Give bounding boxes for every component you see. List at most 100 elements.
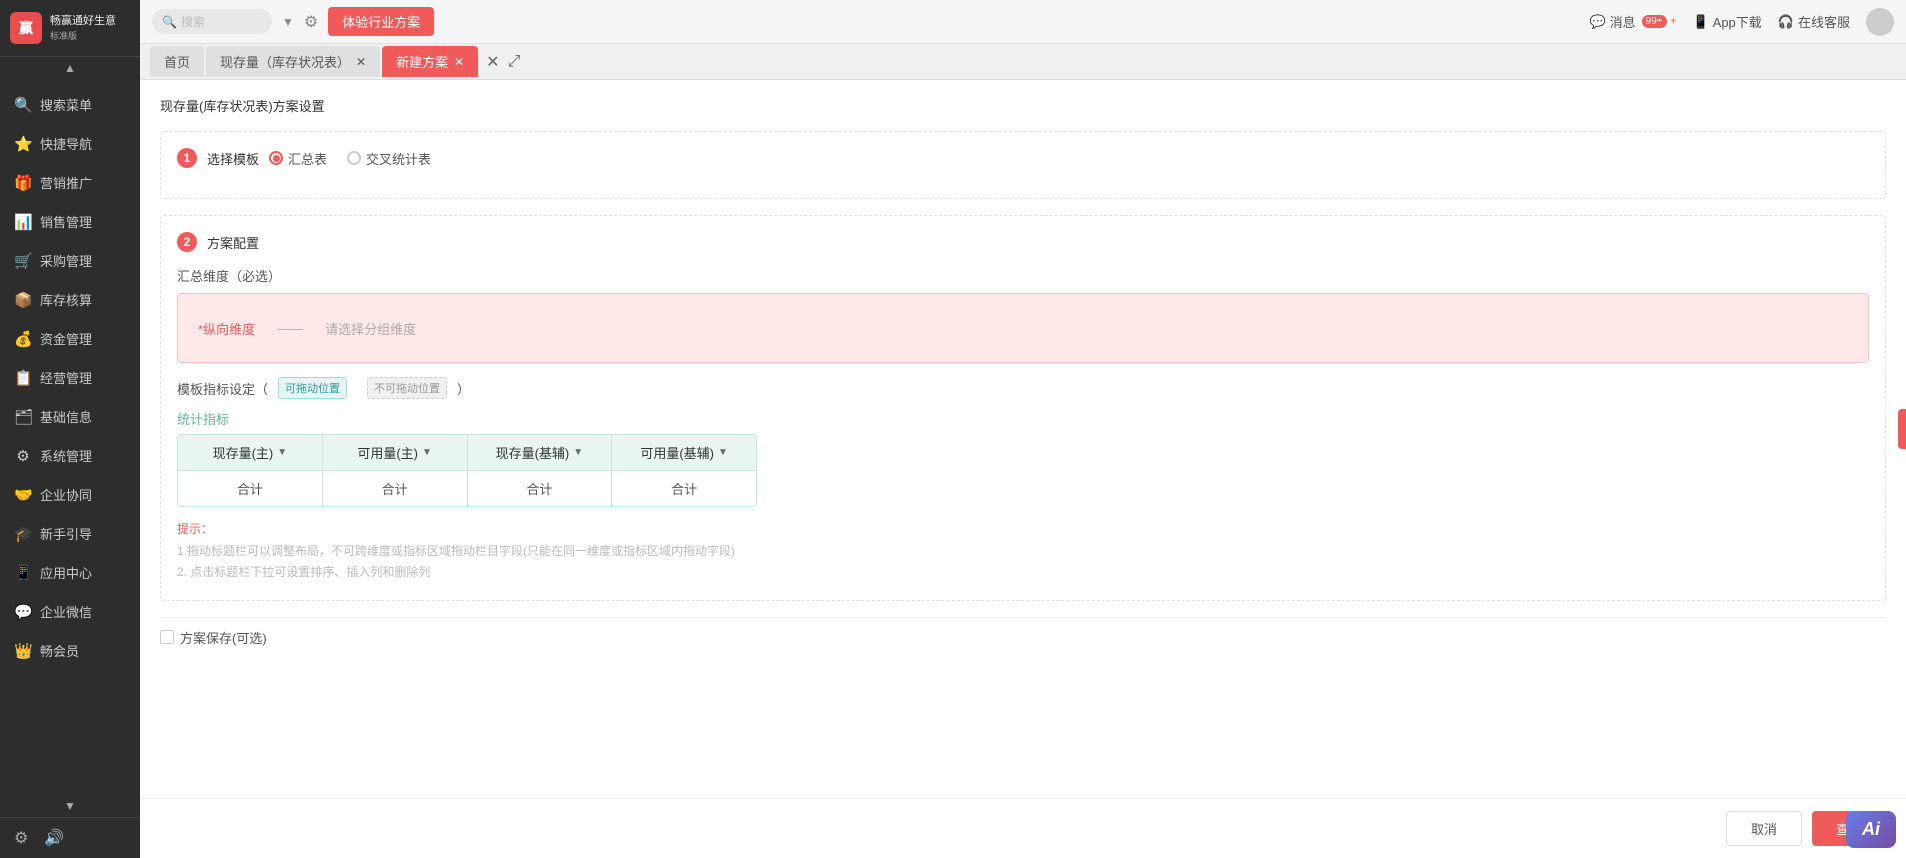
template-radio-group: 汇总表 交叉统计表 — [269, 149, 431, 168]
topbar-search[interactable]: 🔍 搜索 — [152, 9, 272, 34]
section2-header: 2 方案配置 — [177, 232, 1869, 252]
col-chevron-3[interactable]: ▼ — [718, 447, 728, 458]
sidebar-logo: 赢 畅赢通好生意 标准版 — [0, 0, 140, 57]
operations-icon: 📋 — [14, 369, 32, 387]
search-text: 搜索 — [181, 13, 205, 30]
user-avatar[interactable] — [1866, 8, 1894, 36]
ai-badge[interactable]: Ai — [1846, 811, 1896, 848]
sidebar-item-label: 搜索菜单 — [40, 95, 92, 114]
sidebar-item-marketing[interactable]: 🎁 营销推广 — [0, 163, 140, 202]
purchase-icon: 🛒 — [14, 252, 32, 270]
sidebar-item-cooperation[interactable]: 🤝 企业协同 — [0, 475, 140, 514]
sidebar-item-label: 企业协同 — [40, 485, 92, 504]
tab-new-plan[interactable]: 新建方案 ✕ — [382, 46, 478, 77]
expand-window-icon[interactable]: ⤢ — [508, 53, 521, 71]
sidebar-item-appcenter[interactable]: 📱 应用中心 — [0, 553, 140, 592]
col-chevron-2[interactable]: ▼ — [573, 447, 583, 458]
section1-num: 1 — [177, 148, 197, 168]
online-service-button[interactable]: 🎧 在线客服 — [1778, 12, 1850, 31]
tab-new-plan-close[interactable]: ✕ — [454, 55, 464, 69]
sidebar-item-operations[interactable]: 📋 经营管理 — [0, 358, 140, 397]
indicator-settings-label: 模板指标设定（ — [177, 379, 268, 398]
radio-cross-circle — [347, 151, 361, 165]
sidebar-scroll-up[interactable]: ▲ — [0, 57, 140, 79]
sidebar-item-purchase[interactable]: 🛒 采购管理 — [0, 241, 140, 280]
sidebar-item-shortcut[interactable]: ⭐ 快捷导航 — [0, 124, 140, 163]
sidebar-item-basic[interactable]: 🗂 基础信息 — [0, 397, 140, 436]
col-header-1[interactable]: 可用量(主) ▼ — [323, 435, 468, 470]
cell-0-3: 合计 — [612, 471, 756, 506]
save-label: 方案保存(可选) — [180, 628, 267, 647]
sidebar-item-wechat[interactable]: 💬 企业微信 — [0, 592, 140, 631]
sidebar-item-newguide[interactable]: 🎓 新手引导 — [0, 514, 140, 553]
dimension-area[interactable]: *纵向维度 —— 请选择分组维度 — [177, 293, 1869, 363]
section1-header: 1 选择模板 汇总表 交叉统计表 — [177, 148, 1869, 168]
message-button[interactable]: 💬 消息 99+ + — [1589, 12, 1676, 31]
topbar-right: 💬 消息 99+ + 📱 App下载 🎧 在线客服 — [1589, 8, 1894, 36]
sidebar-item-system[interactable]: ⚙ 系统管理 — [0, 436, 140, 475]
service-icon: 🎧 — [1778, 14, 1794, 30]
member-icon: 👑 — [14, 642, 32, 660]
col-label-0: 现存量(主) — [213, 443, 274, 462]
radio-summary[interactable]: 汇总表 — [269, 149, 327, 168]
dim-label: 汇总维度（必选） — [177, 266, 1869, 285]
appcenter-icon: 📱 — [14, 564, 32, 582]
radio-summary-circle — [269, 151, 283, 165]
sidebar-item-inventory[interactable]: 📦 库存核算 — [0, 280, 140, 319]
sidebar-item-label: 营销推广 — [40, 173, 92, 192]
sidebar-nav: 🔍 搜索菜单 ⭐ 快捷导航 🎁 营销推广 📊 销售管理 🛒 采购管理 📦 库存核… — [0, 79, 140, 795]
audio-icon[interactable]: 🔊 — [44, 828, 64, 848]
settings-icon[interactable]: ⚙ — [14, 828, 28, 848]
radio-cross[interactable]: 交叉统计表 — [347, 149, 431, 168]
col-header-3[interactable]: 可用量(基辅) ▼ — [612, 435, 756, 470]
shortcut-icon: ⭐ — [14, 135, 32, 153]
col-header-0[interactable]: 现存量(主) ▼ — [178, 435, 323, 470]
finance-icon: 💰 — [14, 330, 32, 348]
tab-inventory-close[interactable]: ✕ — [356, 55, 366, 69]
section1-title: 选择模板 — [207, 149, 259, 168]
section2-title: 方案配置 — [207, 233, 259, 252]
app-icon: 📱 — [1692, 14, 1708, 30]
sidebar-item-search[interactable]: 🔍 搜索菜单 — [0, 85, 140, 124]
basic-icon: 🗂 — [14, 408, 32, 426]
tab-home[interactable]: 首页 — [150, 46, 204, 77]
stats-table: 现存量(主) ▼ 可用量(主) ▼ 现存量(基辅) ▼ 可用量(基辅) ▼ — [177, 434, 757, 507]
tab-home-label: 首页 — [164, 52, 190, 71]
sales-icon: 📊 — [14, 213, 32, 231]
section-config: 2 方案配置 汇总维度（必选） *纵向维度 —— 请选择分组维度 模板指标设定（… — [160, 215, 1886, 601]
topbar-dropdown[interactable]: ▼ — [282, 15, 294, 29]
tab-inventory-label: 现存量（库存状况表） — [220, 52, 350, 71]
cancel-button[interactable]: 取消 — [1726, 811, 1802, 846]
col-chevron-1[interactable]: ▼ — [422, 447, 432, 458]
online-service-label: 在线客服 — [1798, 12, 1850, 31]
col-label-1: 可用量(主) — [357, 443, 418, 462]
app-download-label: App下载 — [1713, 12, 1762, 31]
sidebar-item-finance[interactable]: 💰 资金管理 — [0, 319, 140, 358]
close-window-icon[interactable]: ✕ — [486, 52, 499, 72]
col-chevron-0[interactable]: ▼ — [277, 447, 287, 458]
marketing-icon: 🎁 — [14, 174, 32, 192]
sidebar-scroll-down[interactable]: ▼ — [0, 795, 140, 817]
search-icon: 🔍 — [162, 15, 177, 29]
save-checkbox[interactable] — [160, 630, 174, 644]
system-icon: ⚙ — [14, 447, 32, 465]
message-icon: 💬 — [1589, 14, 1605, 30]
trial-plan-button[interactable]: 体验行业方案 — [328, 7, 434, 36]
col-label-2: 现存量(基辅) — [496, 443, 570, 462]
sidebar-item-label: 应用中心 — [40, 563, 92, 582]
col-label-3: 可用量(基辅) — [640, 443, 714, 462]
sidebar-item-label: 基础信息 — [40, 407, 92, 426]
app-download-button[interactable]: 📱 App下载 — [1692, 12, 1761, 31]
topbar-gear-icon[interactable]: ⚙ — [304, 12, 318, 32]
col-header-2[interactable]: 现存量(基辅) ▼ — [468, 435, 613, 470]
sidebar-item-member[interactable]: 👑 畅会员 — [0, 631, 140, 670]
sidebar-item-label: 经营管理 — [40, 368, 92, 387]
cell-0-2: 合计 — [468, 471, 613, 506]
draggable-badge: 可拖动位置 — [278, 377, 347, 399]
sidebar: 赢 畅赢通好生意 标准版 ▲ 🔍 搜索菜单 ⭐ 快捷导航 🎁 营销推广 📊 销售… — [0, 0, 140, 858]
main-area: 🔍 搜索 ▼ ⚙ 体验行业方案 💬 消息 99+ + 📱 App下载 🎧 在线客… — [140, 0, 1906, 858]
bottom-bar: 取消 查询 — [140, 798, 1906, 858]
tab-inventory[interactable]: 现存量（库存状况表） ✕ — [206, 46, 380, 77]
sidebar-item-label: 资金管理 — [40, 329, 92, 348]
sidebar-item-sales[interactable]: 📊 销售管理 — [0, 202, 140, 241]
